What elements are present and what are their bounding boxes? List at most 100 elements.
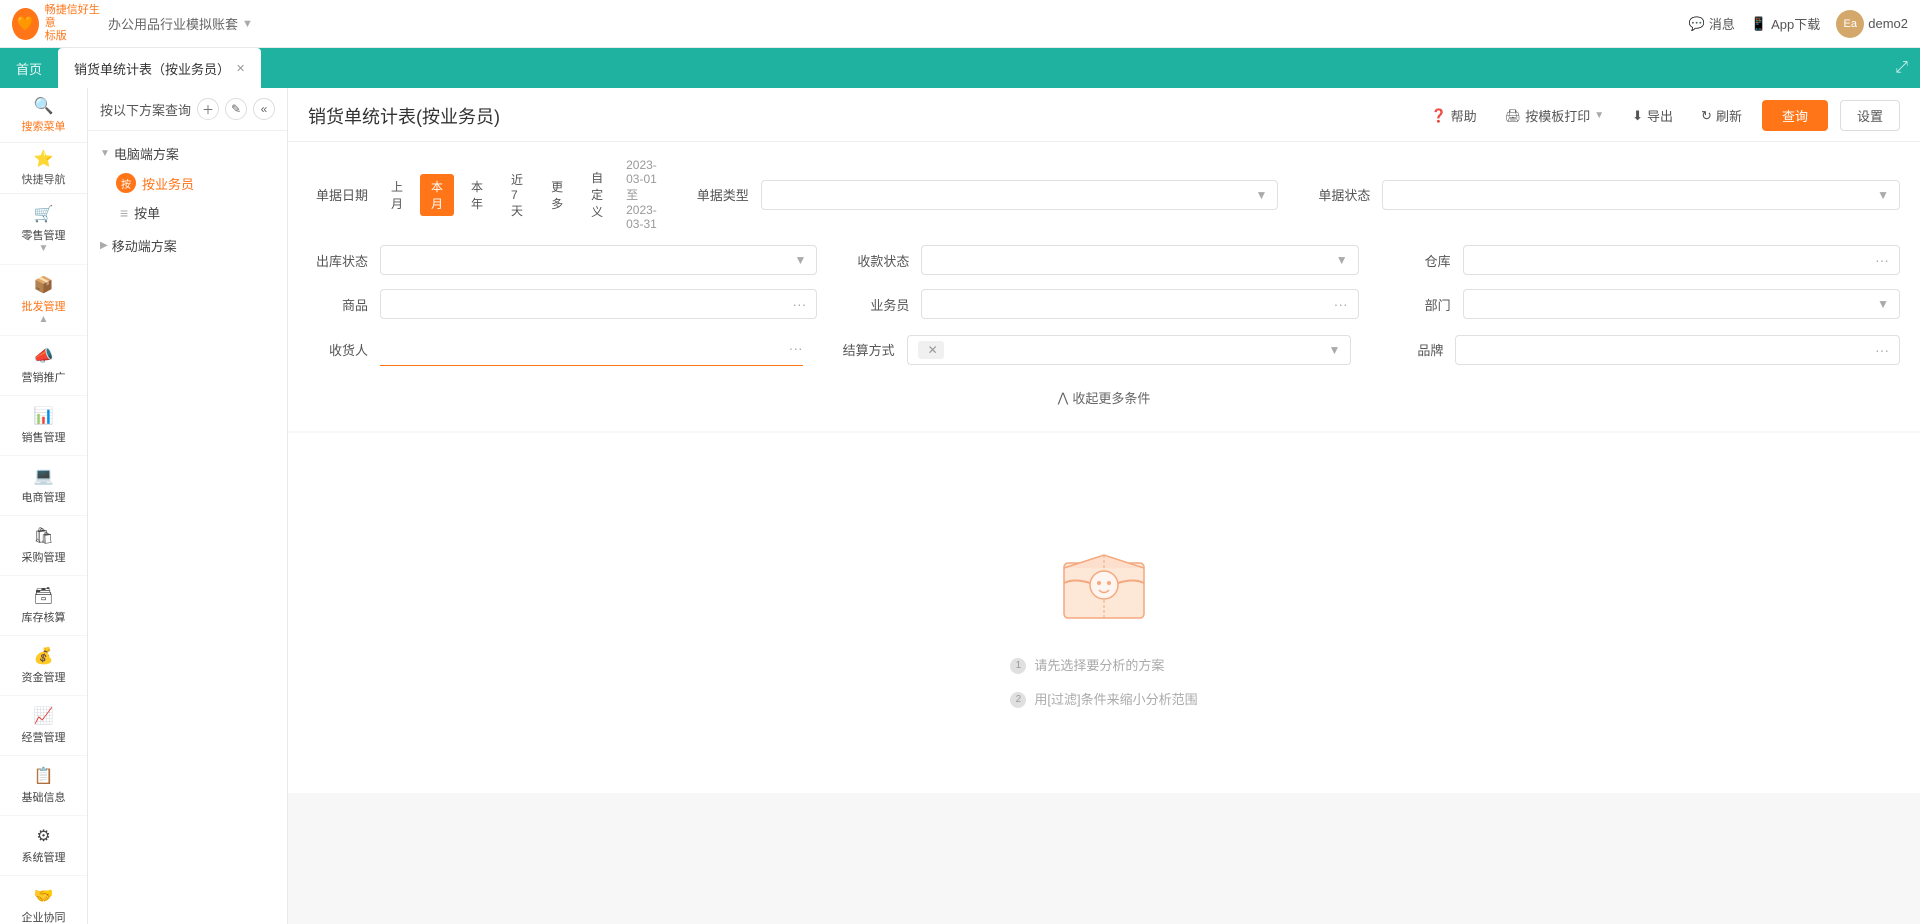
sidebar-item-basic-info[interactable]: 📋 基础信息 — [0, 756, 87, 816]
consignee-input[interactable] — [380, 333, 789, 363]
query-button[interactable]: 查询 — [1762, 100, 1828, 131]
doc-status-label: 单据状态 — [1310, 185, 1370, 204]
sidebar-item-finance[interactable]: 💰 资金管理 — [0, 636, 87, 696]
tab-close-icon[interactable]: ✕ — [236, 62, 245, 75]
tree-desktop-section[interactable]: ▼ 电脑端方案 — [88, 139, 287, 168]
sidebar-item-corp-collab[interactable]: 🤝 企业协同 — [0, 876, 87, 924]
brand-select[interactable]: ··· — [1455, 335, 1900, 365]
doc-status-chevron-icon: ▼ — [1877, 188, 1889, 202]
tree-mobile-section[interactable]: ▶ 移动端方案 — [88, 231, 287, 260]
sidebar-item-quick-nav[interactable]: ⭐ 快捷导航 — [0, 143, 87, 194]
doc-type-label: 单据类型 — [689, 185, 749, 204]
dept-select[interactable]: ▼ — [1463, 289, 1900, 319]
help-btn[interactable]: ❓ 帮助 — [1422, 102, 1484, 129]
empty-illustration — [1044, 513, 1164, 633]
retail-icon: 🛒 — [34, 204, 54, 224]
inventory-icon: 🗃 — [33, 586, 53, 606]
logo-text: 畅捷信好生意 标版 — [45, 4, 100, 44]
system-icon: ⚙ — [36, 826, 50, 846]
brand-label: 品牌 — [1383, 340, 1443, 359]
date-last-7days[interactable]: 近7天 — [500, 167, 534, 223]
logo-icon: 🧡 — [12, 8, 39, 40]
date-this-year[interactable]: 本年 — [460, 174, 494, 216]
export-icon: ⬇ — [1632, 108, 1643, 124]
breadcrumb-chevron-icon[interactable]: ▼ — [242, 18, 253, 30]
breadcrumb: 办公用品行业模拟账套 ▼ — [108, 14, 253, 33]
refresh-icon: ↻ — [1701, 108, 1712, 124]
filter-area: 单据日期 上月 本月 本年 近7天 更多 自定义 2023-03-01 至 20… — [288, 142, 1920, 431]
edit-scheme-btn[interactable]: ✎ — [225, 98, 247, 120]
receipt-status-select[interactable]: ▼ — [921, 245, 1358, 275]
collapse-panel-btn[interactable]: « — [253, 98, 275, 120]
receipt-status-label: 收款状态 — [849, 251, 909, 270]
export-btn[interactable]: ⬇ 导出 — [1624, 102, 1681, 129]
tree-desktop: ▼ 电脑端方案 按 按业务员 ≡ 按单 ▶ 移动端方案 — [88, 131, 287, 268]
tree-item-by-order[interactable]: ≡ 按单 — [88, 198, 287, 227]
payment-method-select[interactable]: ✕ ▼ — [907, 335, 1352, 365]
logo-area[interactable]: 🧡 畅捷信好生意 标版 — [12, 4, 100, 44]
refresh-btn[interactable]: ↻ 刷新 — [1693, 102, 1750, 129]
payment-method-label: 结算方式 — [835, 340, 895, 359]
search-icon: 🔍 — [6, 96, 81, 116]
payment-clear-icon[interactable]: ✕ — [928, 343, 938, 357]
help-icon: ❓ — [1430, 108, 1446, 124]
date-custom[interactable]: 自定义 — [580, 165, 614, 224]
sidebar-item-search[interactable]: 🔍 搜索菜单 — [0, 88, 87, 143]
salesperson-select[interactable]: ··· — [921, 289, 1358, 319]
sidebar-item-purchase[interactable]: 🛍 采购管理 — [0, 516, 87, 576]
doc-status-select[interactable]: ▼ — [1382, 180, 1900, 210]
date-this-month[interactable]: 本月 — [420, 174, 454, 216]
expand-icon: ⤢ — [1895, 59, 1908, 76]
app-download-btn[interactable]: 📱 App下载 — [1751, 14, 1820, 33]
date-range-text: 2023-03-01 至 2023-03-31 — [626, 158, 657, 231]
page-title: 销货单统计表(按业务员) — [308, 103, 500, 129]
tab-bar: 首页 销货单统计表（按业务员） ✕ ⤢ — [0, 48, 1920, 88]
avatar: Ea — [1836, 10, 1864, 38]
settings-button[interactable]: 设置 — [1840, 100, 1900, 131]
sidebar-item-ecommerce[interactable]: 💻 电商管理 — [0, 456, 87, 516]
date-last-month[interactable]: 上月 — [380, 174, 414, 216]
tab-home[interactable]: 首页 — [0, 48, 58, 88]
sidebar-item-wholesale[interactable]: 📦 批发管理 ▲ — [0, 265, 87, 336]
tree-mobile-arrow-icon: ▶ — [100, 240, 108, 251]
out-status-chevron-icon: ▼ — [794, 253, 806, 267]
goods-select[interactable]: ··· — [380, 289, 817, 319]
doc-type-select[interactable]: ▼ — [761, 180, 1279, 210]
warehouse-select[interactable]: ··· — [1463, 245, 1900, 275]
user-menu[interactable]: Ea demo2 — [1836, 10, 1908, 38]
sidebar-item-operation[interactable]: 📈 经营管理 — [0, 696, 87, 756]
consignee-input-area: ··· — [380, 333, 803, 366]
collapse-icon: ⋀ — [1058, 390, 1069, 406]
sidebar-item-inventory[interactable]: 🗃 库存核算 — [0, 576, 87, 636]
filter-row-3: 商品 ··· 业务员 ··· 部门 ▼ — [308, 289, 1900, 319]
add-scheme-btn[interactable]: ＋ — [197, 98, 219, 120]
message-btn[interactable]: 💬 消息 — [1689, 14, 1735, 33]
out-status-select[interactable]: ▼ — [380, 245, 817, 275]
print-chevron-icon: ▼ — [1594, 110, 1604, 121]
corp-collab-icon: 🤝 — [34, 886, 54, 906]
sidebar-item-system[interactable]: ⚙ 系统管理 — [0, 816, 87, 876]
tip-num-2: 2 — [1010, 692, 1026, 708]
empty-state: 1 请先选择要分析的方案 2 用[过滤]条件来缩小分析范围 — [288, 433, 1920, 793]
consignee-dots-icon: ··· — [789, 340, 803, 356]
tree-salesperson-icon: 按 — [116, 173, 136, 193]
marketing-icon: 📣 — [34, 346, 54, 366]
empty-tips: 1 请先选择要分析的方案 2 用[过滤]条件来缩小分析范围 — [1010, 653, 1197, 713]
left-panel: 按以下方案查询 ＋ ✎ « ▼ 电脑端方案 按 按业务员 ≡ 按单 ▶ 移动端 — [88, 88, 288, 924]
sidebar-item-retail[interactable]: 🛒 零售管理 ▼ — [0, 194, 87, 265]
consignee-label: 收货人 — [308, 340, 368, 359]
collapse-btn[interactable]: ⋀ 收起更多条件 — [308, 380, 1900, 415]
sidebar-item-marketing[interactable]: 📣 营销推广 — [0, 336, 87, 396]
operation-icon: 📈 — [34, 706, 54, 726]
sidebar-item-sales[interactable]: 📊 销售管理 — [0, 396, 87, 456]
print-btn[interactable]: 🖨 按模板打印 ▼ — [1497, 102, 1612, 129]
empty-tip-2: 2 用[过滤]条件来缩小分析范围 — [1010, 687, 1197, 713]
filter-row-2: 出库状态 ▼ 收款状态 ▼ 仓库 ··· — [308, 245, 1900, 275]
date-more[interactable]: 更多 — [540, 174, 574, 216]
tab-sales-stat[interactable]: 销货单统计表（按业务员） ✕ — [58, 48, 261, 88]
sidebar: 🔍 搜索菜单 ⭐ 快捷导航 🛒 零售管理 ▼ 📦 批发管理 ▲ 📣 营销推广 📊… — [0, 88, 88, 924]
tab-expand-btn[interactable]: ⤢ — [1883, 59, 1920, 77]
tree-item-by-salesperson[interactable]: 按 按业务员 — [104, 168, 287, 198]
out-status-label: 出库状态 — [308, 251, 368, 270]
top-nav-left: 🧡 畅捷信好生意 标版 办公用品行业模拟账套 ▼ — [12, 4, 253, 44]
